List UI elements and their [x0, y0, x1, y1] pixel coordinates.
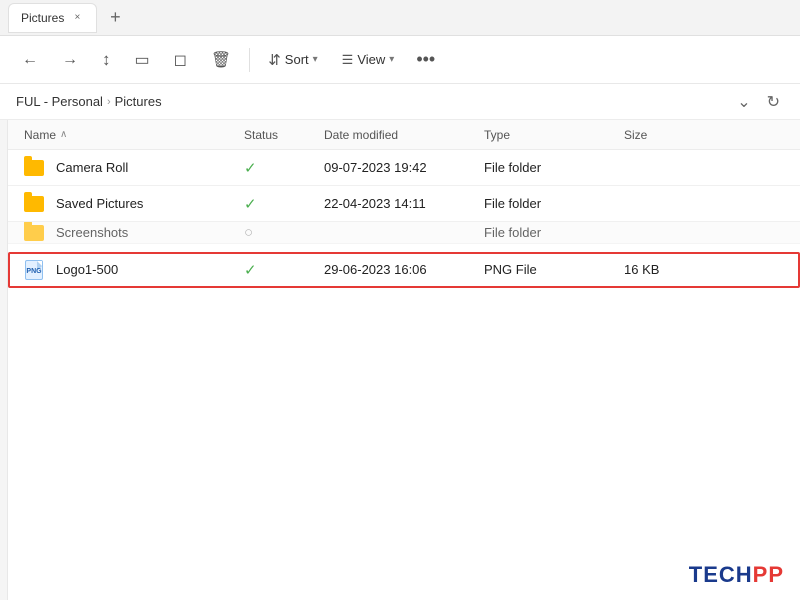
- view-chevron-icon: ▾: [389, 54, 394, 65]
- file-type: File folder: [484, 225, 624, 240]
- more-options-button[interactable]: •••: [408, 43, 443, 76]
- tab-bar: Pictures × +: [0, 0, 800, 36]
- file-name: Saved Pictures: [56, 196, 244, 211]
- sort-button[interactable]: ⇵ Sort ▾: [258, 42, 327, 78]
- nav-up-button[interactable]: ↕: [92, 42, 121, 78]
- column-sort-icon: ∧: [60, 129, 67, 140]
- file-name: Logo1-500: [56, 262, 244, 277]
- breadcrumb-dropdown-button[interactable]: ⌄: [733, 90, 754, 114]
- file-type: File folder: [484, 196, 624, 211]
- breadcrumb-separator: ›: [107, 96, 111, 108]
- file-name-col: Saved Pictures: [24, 194, 244, 214]
- column-header-date[interactable]: Date modified: [324, 128, 484, 142]
- breadcrumb-bar: FUL - Personal › Pictures ⌄ ↻: [0, 84, 800, 120]
- delete-button[interactable]: 🗑: [201, 42, 241, 78]
- cut-button[interactable]: ◻: [164, 42, 197, 78]
- breadcrumb-current[interactable]: Pictures: [115, 94, 162, 109]
- view-button[interactable]: ☰ View ▾: [332, 42, 405, 78]
- breadcrumb-prefix[interactable]: FUL - Personal: [16, 94, 103, 109]
- column-header-name[interactable]: Name ∧: [24, 128, 244, 142]
- folder-icon: [24, 158, 44, 178]
- file-date: 22-04-2023 14:11: [324, 196, 484, 211]
- table-row[interactable]: Screenshots ○ File folder: [8, 222, 800, 244]
- file-name: Camera Roll: [56, 160, 244, 175]
- nav-back-icon: ←: [22, 51, 38, 69]
- table-row[interactable]: PNG Logo1-500 ✓ 29-06-2023 16:06 PNG Fil…: [8, 252, 800, 288]
- folder-icon: [24, 194, 44, 214]
- table-row[interactable]: Camera Roll ✓ 09-07-2023 19:42 File fold…: [8, 150, 800, 186]
- new-tab-button[interactable]: +: [101, 4, 129, 32]
- view-label: View: [357, 52, 385, 67]
- active-tab[interactable]: Pictures ×: [8, 3, 97, 33]
- column-header-type[interactable]: Type: [484, 128, 624, 142]
- cut-icon: ◻: [174, 50, 187, 70]
- png-file-icon: PNG: [24, 260, 44, 280]
- file-size: 16 KB: [624, 262, 704, 277]
- file-list-container: Name ∧ Status Date modified Type Size: [0, 120, 800, 600]
- folder-icon: [24, 223, 44, 243]
- file-status: ✓: [244, 159, 324, 177]
- file-type: PNG File: [484, 262, 624, 277]
- file-list: Name ∧ Status Date modified Type Size: [8, 120, 800, 600]
- sort-label: Sort: [285, 52, 309, 67]
- sort-chevron-icon: ▾: [313, 54, 318, 65]
- copy-button[interactable]: ▭: [125, 42, 160, 78]
- file-date: 09-07-2023 19:42: [324, 160, 484, 175]
- refresh-button[interactable]: ↻: [763, 90, 784, 114]
- nav-up-icon: ↕: [102, 50, 111, 70]
- tab-close-button[interactable]: ×: [70, 11, 84, 25]
- file-list-header: Name ∧ Status Date modified Type Size: [8, 120, 800, 150]
- sort-icon: ⇵: [268, 51, 281, 69]
- file-status: ✓: [244, 195, 324, 213]
- breadcrumb-actions: ⌄ ↻: [733, 90, 784, 114]
- nav-back-button[interactable]: ←: [12, 42, 48, 78]
- file-status: ○: [244, 224, 324, 241]
- file-date: 29-06-2023 16:06: [324, 262, 484, 277]
- nav-forward-icon: →: [62, 51, 78, 69]
- file-type: File folder: [484, 160, 624, 175]
- table-row[interactable]: Saved Pictures ✓ 22-04-2023 14:11 File f…: [8, 186, 800, 222]
- copy-icon: ▭: [135, 50, 150, 70]
- sidebar-strip: [0, 120, 8, 600]
- file-status: ✓: [244, 261, 324, 279]
- nav-forward-button[interactable]: →: [52, 42, 88, 78]
- file-name: Screenshots: [56, 225, 244, 240]
- file-name-col: Camera Roll: [24, 158, 244, 178]
- file-name-col: Screenshots: [24, 223, 244, 243]
- tab-title: Pictures: [21, 11, 64, 25]
- delete-icon: 🗑: [211, 50, 231, 70]
- view-icon: ☰: [342, 52, 354, 68]
- toolbar: ← → ↕ ▭ ◻ 🗑 ⇵ Sort ▾ ☰ View ▾ •••: [0, 36, 800, 84]
- column-header-status[interactable]: Status: [244, 128, 324, 142]
- file-name-col: PNG Logo1-500: [24, 260, 244, 280]
- toolbar-separator: [249, 48, 250, 72]
- column-header-size[interactable]: Size: [624, 128, 704, 142]
